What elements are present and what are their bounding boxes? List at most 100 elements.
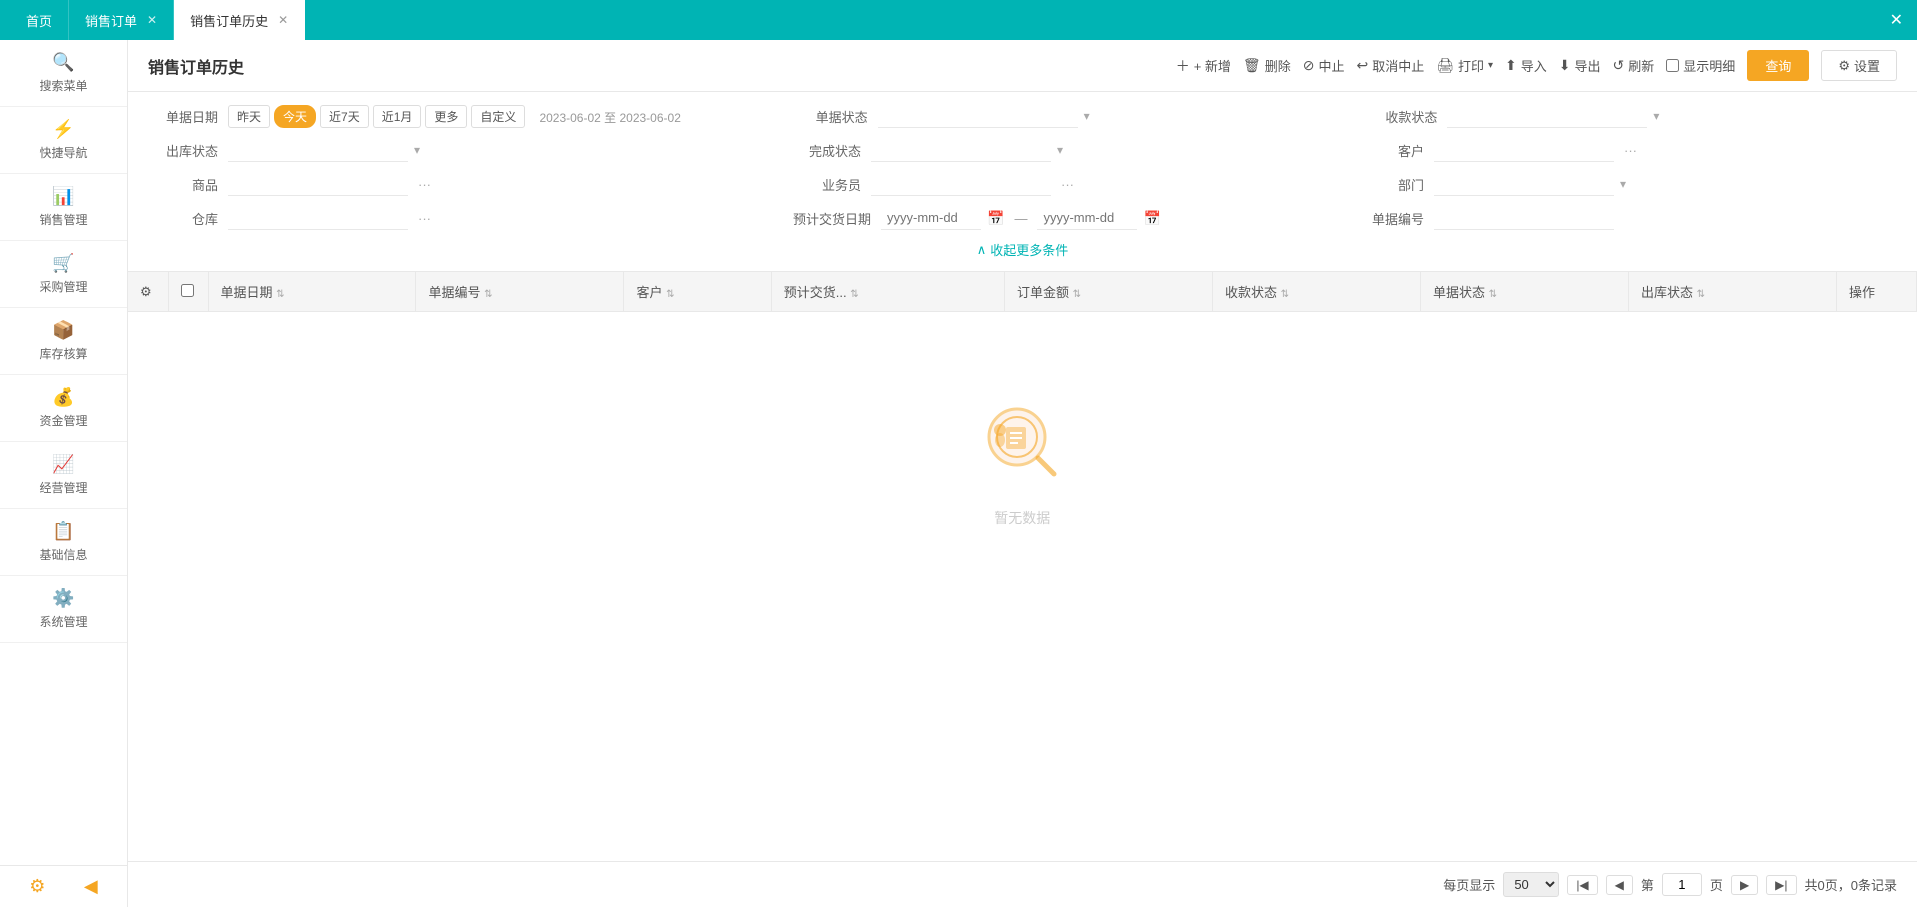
settings-button[interactable]: ⚙ 设置 [1821,50,1897,81]
date-dash: — [1014,211,1027,226]
basic-info-icon: 📋 [52,521,74,542]
receipt-status-select[interactable]: ▾ [1447,104,1897,128]
sidebar-item-quick-nav[interactable]: ⚡ 快捷导航 [0,107,127,174]
date-btn-more[interactable]: 更多 [425,105,467,128]
tab-home[interactable]: 首页 [10,0,69,40]
complete-select[interactable]: ▾ [871,138,1334,162]
date-sort-icon: ⇅ [276,289,284,300]
th-order-status[interactable]: 单据状态 ⇅ [1420,272,1628,312]
next-page-button[interactable]: ▶ [1731,875,1758,895]
th-outbound-status[interactable]: 出库状态 ⇅ [1628,272,1836,312]
department-input[interactable] [1434,172,1614,196]
sidebar-item-search-menu[interactable]: 🔍 搜索菜单 [0,40,127,107]
page-suffix: 页 [1710,875,1723,894]
table-settings-icon[interactable]: ⚙ [140,284,152,299]
page-input[interactable] [1662,873,1702,896]
delivery-date-to-calendar-icon[interactable]: 📅 [1143,210,1160,227]
customer-more-icon[interactable]: ··· [1620,143,1641,158]
export-button[interactable]: ⬇ 导出 [1559,56,1601,75]
sidebar-item-sales-mgmt[interactable]: 📊 销售管理 [0,174,127,241]
date-btn-7days[interactable]: 近7天 [320,105,369,128]
display-detail-checkbox[interactable]: 显示明细 [1666,56,1735,75]
delivery-date-range: 📅 — 📅 [881,206,1334,230]
outbound-sort-icon: ⇅ [1697,289,1705,300]
department-chevron-icon: ▾ [1620,177,1626,191]
sidebar-item-system[interactable]: ⚙️ 系统管理 [0,576,127,643]
tab-sales-order-history[interactable]: 销售订单历史 ✕ [174,0,305,40]
page-label: 第 [1641,875,1654,894]
settings-icon: ⚙ [1838,58,1850,74]
order-status-sort-icon: ⇅ [1489,289,1497,300]
sidebar-item-inventory[interactable]: 📦 库存核算 [0,308,127,375]
window-close-button[interactable]: ✕ [1886,6,1907,34]
th-number[interactable]: 单据编号 ⇅ [416,272,624,312]
th-delivery[interactable]: 预计交货... ⇅ [771,272,1004,312]
display-detail-check[interactable] [1666,59,1679,72]
delivery-date-to[interactable] [1037,206,1137,230]
department-label: 部门 [1354,175,1434,194]
per-page-select[interactable]: 50 100 200 [1503,872,1559,897]
select-all-checkbox[interactable] [181,284,194,297]
import-button[interactable]: ⬆ 导入 [1505,56,1547,75]
th-checkbox[interactable] [168,272,208,312]
sidebar-item-purchase-mgmt[interactable]: 🛒 采购管理 [0,241,127,308]
table-wrapper: ⚙ 单据日期 ⇅ 单据编号 ⇅ [128,272,1917,861]
sidebar-item-operations[interactable]: 📈 经营管理 [0,442,127,509]
empty-row: 暂无数据 [128,312,1917,609]
first-page-button[interactable]: |◀ [1567,875,1597,895]
tab-sales-order[interactable]: 销售订单 ✕ [69,0,174,40]
th-receipt-status[interactable]: 收款状态 ⇅ [1212,272,1420,312]
product-more-icon[interactable]: ··· [414,177,435,192]
status-input[interactable] [878,104,1078,128]
sidebar-item-capital[interactable]: 💰 资金管理 [0,375,127,442]
sidebar-item-basic-info[interactable]: 📋 基础信息 [0,509,127,576]
filter-row-3: 商品 ··· 业务员 ··· 部门 ▾ [148,172,1897,196]
sidebar-settings-icon[interactable]: ⚙ [29,876,45,897]
tab-sales-order-history-close[interactable]: ✕ [278,13,288,27]
date-btn-yesterday[interactable]: 昨天 [228,105,270,128]
new-button[interactable]: ＋ + 新增 [1176,56,1231,76]
complete-input[interactable] [871,138,1051,162]
product-input[interactable] [228,172,408,196]
stop-button[interactable]: ⊘ 中止 [1303,56,1345,75]
delivery-date-from[interactable] [881,206,981,230]
salesperson-more-icon[interactable]: ··· [1057,177,1078,192]
th-date[interactable]: 单据日期 ⇅ [208,272,416,312]
query-button[interactable]: 查询 [1747,50,1809,81]
refresh-button[interactable]: ↺ 刷新 [1613,56,1655,75]
tab-sales-order-close[interactable]: ✕ [147,13,157,27]
sidebar-collapse-icon[interactable]: ◀ [84,876,98,897]
last-page-button[interactable]: ▶| [1766,875,1796,895]
warehouse-more-icon[interactable]: ··· [414,211,435,226]
warehouse-input[interactable] [228,206,408,230]
order-number-input[interactable] [1434,206,1614,230]
date-btn-today[interactable]: 今天 [274,105,316,128]
receipt-status-input[interactable] [1447,104,1647,128]
top-bar-right: ✕ [1886,6,1907,34]
date-label: 单据日期 [148,107,228,126]
delete-button[interactable]: 🗑 删除 [1243,56,1291,75]
search-menu-icon: 🔍 [52,52,74,73]
delivery-date-from-calendar-icon[interactable]: 📅 [987,210,1004,227]
th-customer[interactable]: 客户 ⇅ [624,272,771,312]
th-settings[interactable]: ⚙ [128,272,168,312]
department-select[interactable]: ▾ [1434,172,1897,196]
salesperson-input[interactable] [871,172,1051,196]
cancel-stop-button[interactable]: ↩ 取消中止 [1356,56,1424,75]
print-icon: 🖨 [1436,57,1454,74]
product-label: 商品 [148,175,228,194]
date-btn-custom[interactable]: 自定义 [471,105,525,128]
page-header: 销售订单历史 ＋ + 新增 🗑 删除 ⊘ 中止 ↩ 取消中止 [128,40,1917,92]
th-amount[interactable]: 订单金额 ⇅ [1005,272,1213,312]
prev-page-button[interactable]: ◀ [1606,875,1633,895]
print-button[interactable]: 🖨 打印 ▾ [1436,56,1493,75]
customer-input[interactable] [1434,138,1614,162]
outbound-select[interactable]: ▾ [228,138,771,162]
table-header-row: ⚙ 单据日期 ⇅ 单据编号 ⇅ [128,272,1917,312]
collapse-link[interactable]: ∧ 收起更多条件 [148,240,1897,259]
outbound-input[interactable] [228,138,408,162]
stop-icon: ⊘ [1303,57,1315,74]
date-btn-1month[interactable]: 近1月 [373,105,422,128]
status-select[interactable]: ▾ [878,104,1328,128]
customer-input-wrap: ··· [1434,138,1897,162]
